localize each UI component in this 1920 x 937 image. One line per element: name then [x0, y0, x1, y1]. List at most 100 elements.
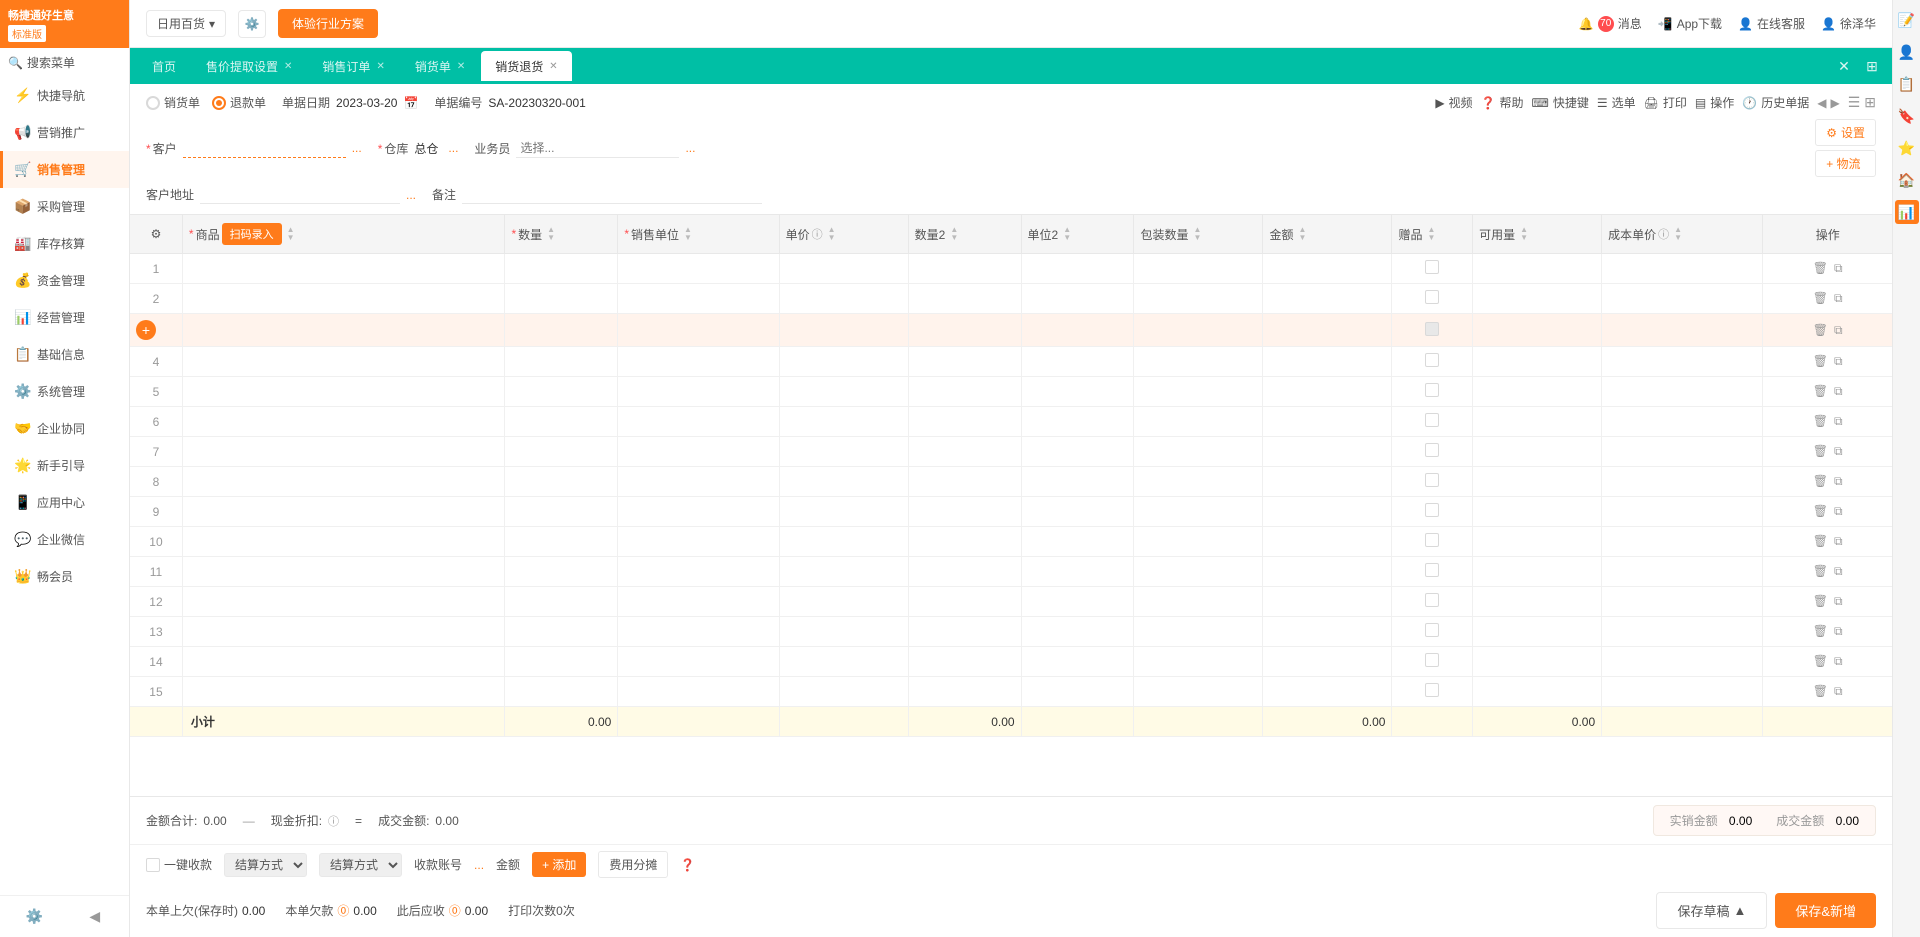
sales-unit-cell[interactable] [618, 254, 779, 284]
unit-price-cell[interactable] [779, 314, 908, 347]
sidebar-item-enterprise[interactable]: 🤝 企业协同 [0, 410, 129, 447]
right-sidebar-list-icon[interactable]: 📋 [1895, 72, 1919, 96]
save-new-button[interactable]: 保存&新增 [1775, 893, 1876, 928]
tab-close-icon[interactable]: ✕ [376, 61, 384, 72]
remark-input[interactable] [462, 185, 762, 204]
gift-checkbox[interactable] [1425, 683, 1439, 697]
scan-btn[interactable]: 扫码录入 [222, 223, 282, 245]
quantity2-cell[interactable] [908, 314, 1021, 347]
save-draft-button[interactable]: 保存草稿 ▲ [1656, 892, 1767, 929]
tab-close-all-btn[interactable]: ✕ [1832, 54, 1856, 78]
copy-icon[interactable]: ⧉ [1834, 384, 1843, 399]
header-settings-btn[interactable]: ⚙️ [238, 10, 266, 38]
unit2-cell[interactable] [1021, 254, 1134, 284]
pack-qty-cell[interactable] [1134, 254, 1263, 284]
breadcrumb-dropdown[interactable]: 日用百货 ▾ [146, 10, 226, 37]
add-payment-btn[interactable]: + 添加 [532, 852, 586, 877]
right-sidebar-user-icon[interactable]: 👤 [1895, 40, 1919, 64]
copy-icon[interactable]: ⧉ [1834, 684, 1843, 699]
select-action[interactable]: ☰ 选单 [1597, 94, 1636, 111]
tab-expand-btn[interactable]: ⊞ [1860, 54, 1884, 78]
sidebar-item-enterprise-wechat[interactable]: 💬 企业微信 [0, 521, 129, 558]
tab-close-icon[interactable]: ✕ [284, 61, 292, 72]
operate-action[interactable]: ▤ 操作 [1695, 94, 1734, 111]
gift-cell[interactable] [1392, 284, 1473, 314]
gift-checkbox[interactable] [1425, 443, 1439, 457]
gift-checkbox[interactable] [1425, 593, 1439, 607]
gift-cell[interactable] [1392, 314, 1473, 347]
print-action[interactable]: 🖨 打印 [1644, 94, 1687, 111]
sidebar-item-system[interactable]: ⚙️ 系统管理 [0, 373, 129, 410]
gear-icon[interactable]: ⚙ [151, 227, 162, 241]
copy-icon[interactable]: ⧉ [1834, 474, 1843, 489]
sales-unit-cell[interactable] [618, 284, 779, 314]
radio-sales-bill[interactable]: 销货单 [146, 94, 200, 111]
salesperson-input[interactable] [516, 139, 679, 158]
quantity-cell[interactable] [505, 284, 618, 314]
amount-cell[interactable] [1263, 284, 1392, 314]
salesperson-ellipsis[interactable]: ... [685, 141, 695, 155]
product-cell[interactable] [182, 314, 505, 347]
sidebar-item-purchase[interactable]: 📦 采购管理 [0, 188, 129, 225]
help-action[interactable]: ❓ 帮助 [1481, 94, 1524, 111]
available-cell[interactable] [1473, 284, 1602, 314]
history-action[interactable]: 🕐 历史单据 [1742, 94, 1809, 111]
amount-cell[interactable] [1263, 314, 1392, 347]
sidebar-item-finance[interactable]: 💰 资金管理 [0, 262, 129, 299]
app-download-btn[interactable]: 📲 App下载 [1658, 15, 1722, 32]
receivable-info-icon[interactable]: ⓪ [449, 902, 461, 919]
copy-icon[interactable]: ⧉ [1834, 323, 1843, 338]
quantity-cell[interactable] [505, 314, 618, 347]
quantity-cell[interactable] [505, 254, 618, 284]
debt-info-icon[interactable]: ⓪ [337, 902, 349, 919]
expense-split-btn[interactable]: 费用分摊 [598, 851, 668, 878]
experience-button[interactable]: 体验行业方案 [278, 9, 378, 38]
list-view-btn[interactable]: ☰ [1848, 94, 1861, 111]
unit2-cell[interactable] [1021, 314, 1134, 347]
gift-checkbox[interactable] [1425, 413, 1439, 427]
right-sidebar-home-icon[interactable]: 🏠 [1895, 168, 1919, 192]
sales-unit-cell[interactable] [618, 314, 779, 347]
customer-ellipsis[interactable]: ... [352, 141, 362, 155]
copy-icon[interactable]: ⧉ [1834, 534, 1843, 549]
account-ellipsis[interactable]: ... [474, 858, 484, 872]
cost-unit-price-cell[interactable] [1602, 314, 1763, 347]
logistics-btn[interactable]: + 物流 [1815, 150, 1876, 177]
sidebar-item-sales[interactable]: 🛒 销售管理 [0, 151, 129, 188]
gift-cell[interactable] [1392, 254, 1473, 284]
user-avatar[interactable]: 👤 徐泽华 [1821, 15, 1876, 32]
gift-checkbox[interactable] [1425, 653, 1439, 667]
copy-icon[interactable]: ⧉ [1834, 504, 1843, 519]
next-btn[interactable]: ▶ [1830, 96, 1839, 110]
customer-addr-input[interactable] [200, 185, 400, 204]
delete-icon[interactable]: 🗑 [1813, 684, 1828, 699]
delete-icon[interactable]: 🗑 [1813, 624, 1828, 639]
product-cell[interactable] [182, 254, 505, 284]
gift-checkbox[interactable] [1425, 473, 1439, 487]
customer-addr-ellipsis[interactable]: ... [406, 188, 416, 202]
right-sidebar-bookmark-icon[interactable]: 🔖 [1895, 104, 1919, 128]
copy-icon[interactable]: ⧉ [1834, 444, 1843, 459]
sidebar-item-basic-info[interactable]: 📋 基础信息 [0, 336, 129, 373]
prev-btn[interactable]: ◀ [1817, 96, 1826, 110]
calc-method-select[interactable]: 结算方式 [319, 853, 402, 877]
copy-icon[interactable]: ⧉ [1834, 414, 1843, 429]
delete-icon[interactable]: 🗑 [1813, 594, 1828, 609]
notification-btn[interactable]: 🔔 70 消息 [1579, 15, 1642, 32]
right-sidebar-note-icon[interactable]: 📝 [1895, 8, 1919, 32]
right-sidebar-active-icon[interactable]: 📊 [1895, 200, 1919, 224]
grid-view-btn[interactable]: ⊞ [1864, 94, 1876, 111]
tab-close-icon[interactable]: ✕ [457, 61, 465, 72]
copy-icon[interactable]: ⧉ [1834, 624, 1843, 639]
gift-checkbox[interactable] [1425, 503, 1439, 517]
copy-icon[interactable]: ⧉ [1834, 564, 1843, 579]
gift-checkbox[interactable] [1425, 563, 1439, 577]
gift-checkbox[interactable] [1425, 383, 1439, 397]
cash-discount-info[interactable]: ⓘ [328, 813, 339, 829]
setup-btn[interactable]: ⚙ 设置 [1815, 119, 1876, 146]
tab-price-extract[interactable]: 售价提取设置 ✕ [192, 51, 306, 81]
delete-icon[interactable]: 🗑 [1813, 261, 1828, 276]
tab-sales-return[interactable]: 销货退货 ✕ [481, 51, 571, 81]
cost-unit-price-cell[interactable] [1602, 254, 1763, 284]
copy-icon[interactable]: ⧉ [1834, 354, 1843, 369]
